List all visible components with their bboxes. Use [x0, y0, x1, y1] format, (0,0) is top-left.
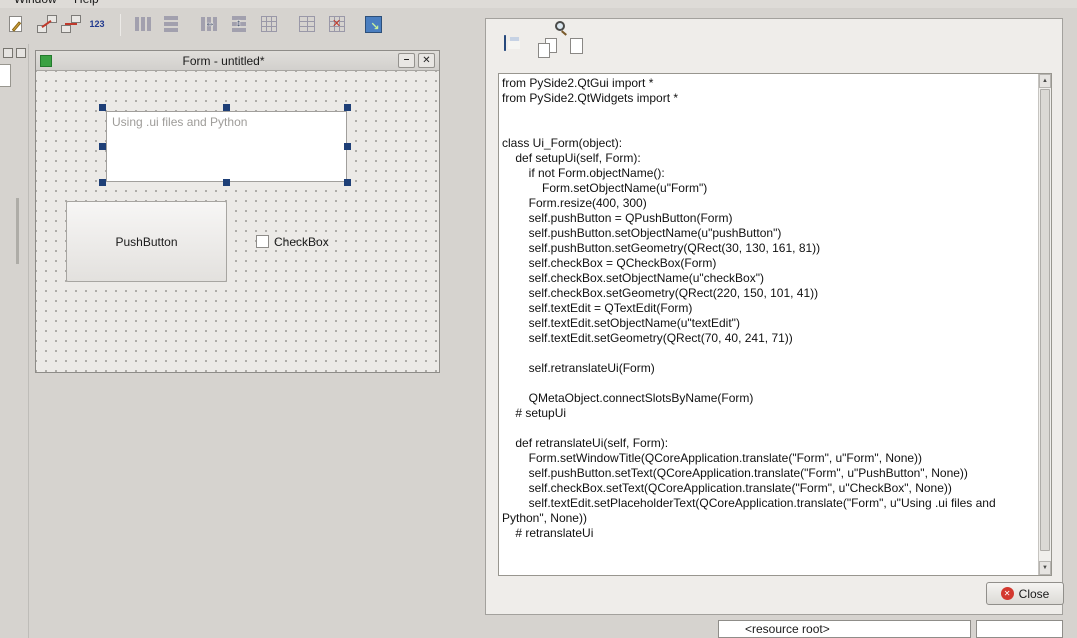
close-circle-icon [1001, 587, 1014, 600]
resource-preview-panel [976, 620, 1063, 638]
layout-form-icon[interactable] [294, 11, 320, 37]
adjust-size-icon[interactable] [360, 11, 386, 37]
form-window-title: Form - untitled* [52, 54, 395, 68]
scroll-down-icon[interactable] [1039, 561, 1051, 575]
tab-order-numbers: 123 [89, 19, 104, 29]
close-button[interactable]: Close [986, 582, 1064, 605]
form-window-icon [40, 55, 52, 67]
selection-handle[interactable] [344, 143, 351, 150]
form-canvas[interactable]: Using .ui files and Python PushButton Ch… [36, 71, 439, 372]
magnifier-icon [555, 21, 565, 31]
checkbox-label: CheckBox [274, 235, 329, 249]
menu-window[interactable]: Window [14, 0, 57, 6]
window-icon [61, 25, 71, 33]
scroll-up-icon[interactable] [1039, 74, 1051, 88]
menu-help[interactable]: Help [74, 0, 99, 6]
close-button-label: Close [1019, 587, 1050, 601]
selection-handle[interactable] [344, 179, 351, 186]
splitter-bars-icon [232, 16, 246, 32]
edit-buddies-icon[interactable] [58, 11, 84, 37]
page-icon [538, 43, 550, 58]
sheet-icon [9, 16, 22, 32]
break-layout-icon[interactable] [324, 11, 350, 37]
window-icon [71, 15, 81, 23]
selection-handle[interactable] [344, 104, 351, 111]
edit-widgets-icon[interactable] [2, 11, 28, 37]
dock-float-icon[interactable] [3, 48, 13, 58]
minimize-icon[interactable] [398, 53, 415, 68]
checkbox-widget[interactable]: CheckBox [256, 221, 357, 262]
broken-grid-icon [329, 16, 345, 32]
textedit-widget[interactable]: Using .ui files and Python [106, 111, 347, 182]
edit-signals-slots-icon[interactable] [34, 11, 60, 37]
horizontal-bars-icon [164, 16, 178, 32]
toolbar-separator [120, 14, 121, 36]
close-icon[interactable] [418, 53, 435, 68]
scrollbar-thumb[interactable] [1040, 89, 1050, 551]
code-view: from PySide2.QtGui import * from PySide2… [498, 73, 1052, 576]
grid-icon [261, 16, 277, 32]
layout-grid-icon[interactable] [256, 11, 282, 37]
widget-box-dock [0, 44, 29, 638]
dock-close-icon[interactable] [16, 48, 26, 58]
pencil-icon [11, 21, 20, 31]
checkbox-box[interactable] [256, 235, 269, 248]
copy-icon[interactable] [536, 36, 560, 60]
layout-vertical-splitter-icon[interactable] [226, 11, 252, 37]
resize-arrow-icon [365, 16, 382, 33]
save-icon[interactable] [504, 36, 528, 60]
resource-root-item[interactable]: <resource root> [719, 621, 830, 637]
vertical-bars-icon [135, 17, 151, 31]
selection-handle[interactable] [223, 179, 230, 186]
dock-scrollbar[interactable] [16, 198, 19, 264]
textedit-placeholder: Using .ui files and Python [112, 115, 247, 129]
generated-code[interactable]: from PySide2.QtGui import * from PySide2… [499, 74, 1038, 575]
widget-filter-input[interactable] [0, 64, 11, 87]
selection-handle[interactable] [99, 179, 106, 186]
form-window-titlebar[interactable]: Form - untitled* [36, 51, 439, 71]
code-preview-dialog: from PySide2.QtGui import * from PySide2… [485, 18, 1063, 615]
page-icon [570, 38, 583, 54]
floppy-disk-icon [504, 35, 506, 51]
selection-handle[interactable] [99, 143, 106, 150]
selection-handle[interactable] [223, 104, 230, 111]
vertical-scrollbar[interactable] [1038, 74, 1051, 575]
resource-browser: <resource root> [718, 620, 971, 638]
form-grid-icon [299, 16, 315, 32]
edit-tab-order-icon[interactable]: 123 [84, 11, 110, 37]
find-icon[interactable] [568, 36, 592, 60]
layout-horizontal-icon[interactable] [130, 11, 156, 37]
selection-handle[interactable] [99, 104, 106, 111]
splitter-bars-icon [201, 17, 217, 31]
red-line-icon [65, 23, 77, 25]
layout-horizontal-splitter-icon[interactable] [196, 11, 222, 37]
magnifier-handle-icon [561, 30, 567, 35]
form-window: Form - untitled* Using .ui files and Pyt… [35, 50, 440, 373]
pushbutton-widget[interactable]: PushButton [66, 201, 227, 282]
menubar: Window Help [0, 0, 1077, 8]
layout-vertical-icon[interactable] [158, 11, 184, 37]
